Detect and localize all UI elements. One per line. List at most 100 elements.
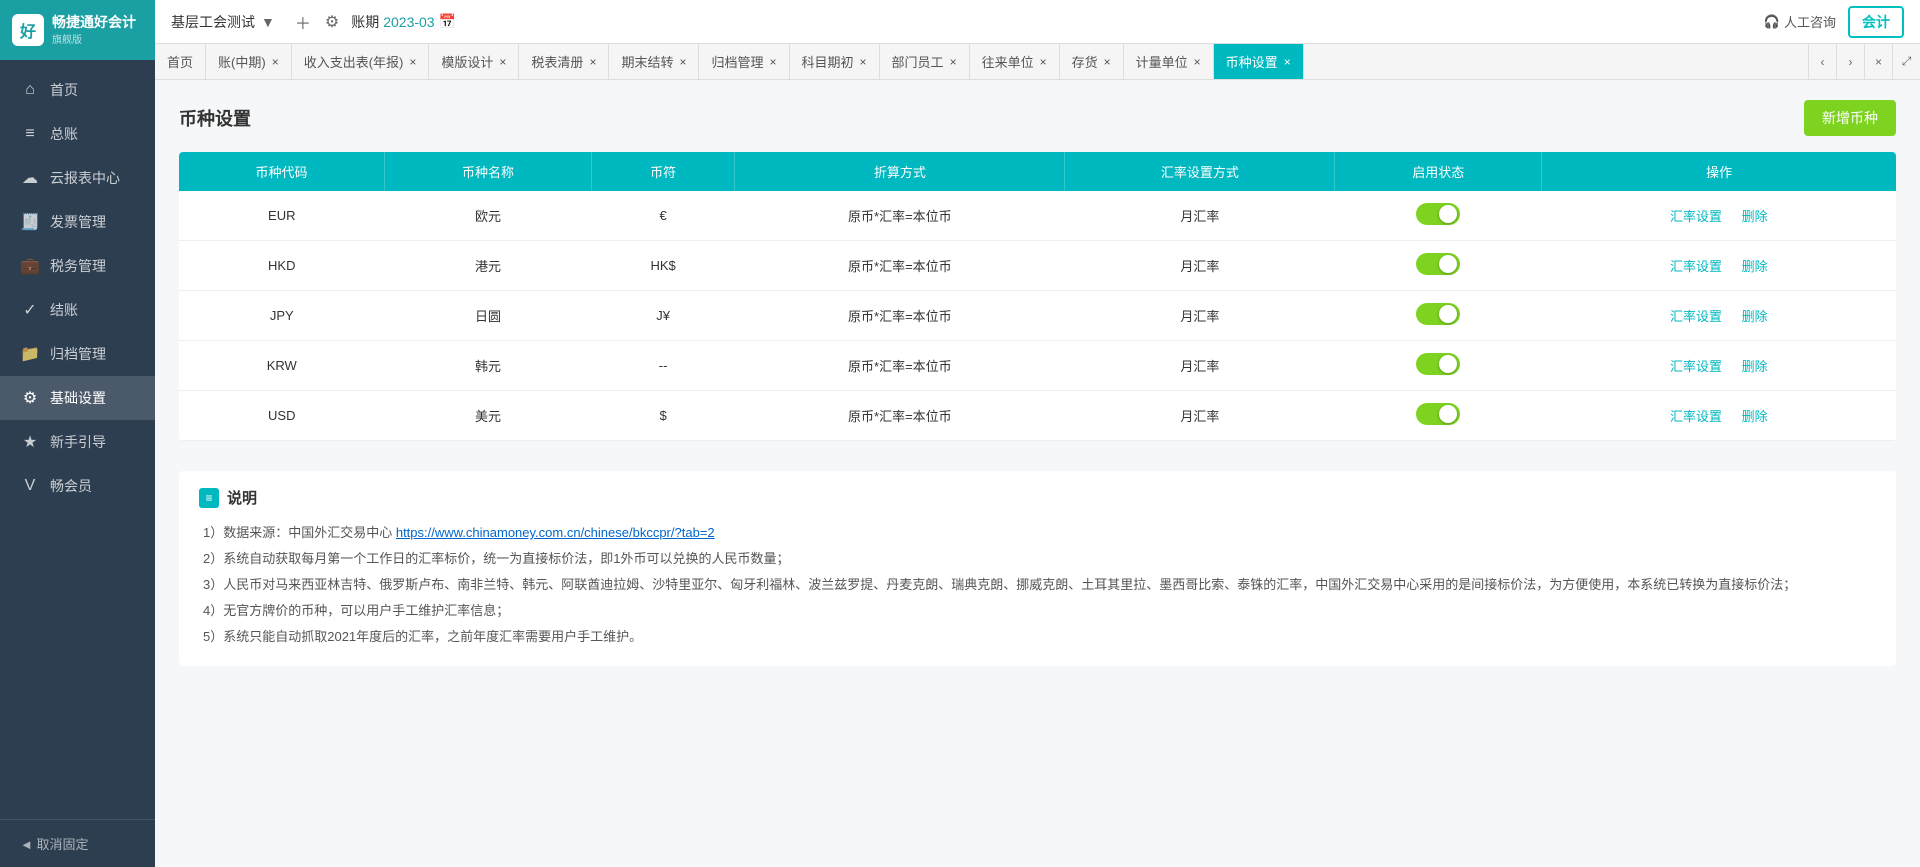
rate-setting-link-3[interactable]: 汇率设置 — [1670, 359, 1722, 374]
tab-taxclear-close[interactable]: × — [589, 55, 596, 69]
tab-currency[interactable]: 币种设置 × — [1214, 44, 1304, 80]
tab-clients-close[interactable]: × — [1040, 55, 1047, 69]
tab-income-close[interactable]: × — [409, 55, 416, 69]
rate-setting-link-2[interactable]: 汇率设置 — [1670, 309, 1722, 324]
tab-dept[interactable]: 部门员工 × — [880, 44, 970, 80]
toggle-0[interactable] — [1416, 203, 1460, 225]
toggle-3[interactable] — [1416, 353, 1460, 375]
rate-setting-link-1[interactable]: 汇率设置 — [1670, 259, 1722, 274]
notes-link[interactable]: https://www.chinamoney.com.cn/chinese/bk… — [396, 525, 715, 540]
sidebar-item-home[interactable]: ⌂ 首页 — [0, 68, 155, 112]
new-currency-button[interactable]: 新增币种 — [1804, 100, 1896, 136]
tab-accounting-close[interactable]: × — [272, 55, 279, 69]
notes-title-label: 说明 — [227, 487, 257, 508]
tab-home-label: 首页 — [167, 52, 193, 71]
calendar-icon[interactable]: 📅 — [439, 13, 456, 30]
delete-link-4[interactable]: 删除 — [1742, 409, 1768, 424]
toggle-4[interactable] — [1416, 403, 1460, 425]
tab-unit-close[interactable]: × — [1194, 55, 1201, 69]
toggle-2[interactable] — [1416, 303, 1460, 325]
add-btn[interactable]: ＋ — [295, 10, 311, 34]
tab-template-close[interactable]: × — [499, 55, 506, 69]
tab-template[interactable]: 模版设计 × — [429, 44, 519, 80]
sidebar-item-archive[interactable]: 📁 归档管理 — [0, 332, 155, 376]
tab-subject-init-close[interactable]: × — [860, 55, 867, 69]
tab-accounting-label: 账(中期) — [218, 52, 266, 71]
rate-setting-link-0[interactable]: 汇率设置 — [1670, 209, 1722, 224]
member-icon: V — [20, 477, 40, 495]
delete-link-0[interactable]: 删除 — [1742, 209, 1768, 224]
td-code-0: EUR — [179, 191, 385, 241]
th-symbol: 币符 — [591, 152, 735, 191]
rate-setting-link-4[interactable]: 汇率设置 — [1670, 409, 1722, 424]
tab-archive-close[interactable]: × — [770, 55, 777, 69]
sidebar-label-settings: 基础设置 — [50, 388, 106, 408]
td-calc-3: 原币*汇率=本位币 — [735, 341, 1065, 391]
page-header: 币种设置 新增币种 — [179, 100, 1896, 136]
tab-inventory-close[interactable]: × — [1104, 55, 1111, 69]
company-name: 基层工会测试 ▼ — [171, 12, 275, 32]
tab-expand-btn[interactable]: ⤢ — [1892, 44, 1920, 80]
td-rate-method-3: 月汇率 — [1065, 341, 1335, 391]
tab-unit[interactable]: 计量单位 × — [1124, 44, 1214, 80]
settings-icon: ⚙ — [20, 388, 40, 408]
tab-next-btn[interactable]: › — [1836, 44, 1864, 80]
header-actions: ＋ ⚙ — [295, 10, 339, 34]
tab-archive[interactable]: 归档管理 × — [699, 44, 789, 80]
notes-title-block: ≡ 说明 — [199, 487, 1876, 508]
consulting-button[interactable]: 🎧 人工咨询 — [1764, 12, 1836, 31]
logo-icon: 好 — [12, 14, 44, 46]
toggle-1[interactable] — [1416, 253, 1460, 275]
table-row: USD 美元 $ 原币*汇率=本位币 月汇率 汇率设置 删除 — [179, 391, 1896, 441]
tab-period-end[interactable]: 期末结转 × — [609, 44, 699, 80]
tab-template-label: 模版设计 — [441, 52, 493, 71]
note-item: 1）数据来源：中国外汇交易中心 https://www.chinamoney.c… — [199, 520, 1876, 546]
tab-accounting[interactable]: 账(中期) × — [206, 44, 292, 80]
note-item: 5）系统只能自动抓取2021年度后的汇率，之前年度汇率需要用户手工维护。 — [199, 624, 1876, 650]
sidebar-item-guide[interactable]: ★ 新手引导 — [0, 420, 155, 464]
notes-list: 1）数据来源：中国外汇交易中心 https://www.chinamoney.c… — [199, 520, 1876, 650]
tab-currency-label: 币种设置 — [1226, 52, 1278, 71]
tab-taxclear[interactable]: 税表清册 × — [519, 44, 609, 80]
sidebar-item-invoice[interactable]: 🧾 发票管理 — [0, 200, 155, 244]
kuaiji-button[interactable]: 会计 — [1848, 6, 1904, 38]
td-name-2: 日圆 — [385, 291, 592, 341]
sidebar-item-ledger[interactable]: ≡ 总账 — [0, 112, 155, 156]
delete-link-1[interactable]: 删除 — [1742, 259, 1768, 274]
notes-icon: ≡ — [199, 488, 219, 508]
sidebar-pin-toggle[interactable]: ◄ 取消固定 — [0, 819, 155, 867]
tab-home[interactable]: 首页 — [155, 44, 206, 80]
td-status-0 — [1335, 191, 1542, 241]
sidebar-item-reports[interactable]: ☁ 云报表中心 — [0, 156, 155, 200]
tab-period-end-close[interactable]: × — [679, 55, 686, 69]
tab-subject-init[interactable]: 科目期初 × — [790, 44, 880, 80]
th-action: 操作 — [1542, 152, 1896, 191]
tab-unit-label: 计量单位 — [1136, 52, 1188, 71]
td-calc-2: 原币*汇率=本位币 — [735, 291, 1065, 341]
logo-text-block: 畅捷通好会计 旗舰版 — [52, 14, 136, 46]
tab-close-all-btn[interactable]: × — [1864, 44, 1892, 80]
sidebar-item-settings[interactable]: ⚙ 基础设置 — [0, 376, 155, 420]
sidebar-item-member[interactable]: V 畅会员 — [0, 464, 155, 508]
company-dropdown-arrow[interactable]: ▼ — [261, 14, 275, 30]
sidebar-item-checkout[interactable]: ✓ 结账 — [0, 288, 155, 332]
settings-gear-btn[interactable]: ⚙ — [325, 12, 339, 32]
notes-section: ≡ 说明 1）数据来源：中国外汇交易中心 https://www.chinamo… — [179, 471, 1896, 666]
td-action-3: 汇率设置 删除 — [1542, 341, 1896, 391]
delete-link-2[interactable]: 删除 — [1742, 309, 1768, 324]
sidebar-label-member: 畅会员 — [50, 476, 92, 496]
sidebar-label-tax: 税务管理 — [50, 256, 106, 276]
sidebar-item-tax[interactable]: 💼 税务管理 — [0, 244, 155, 288]
tab-dept-close[interactable]: × — [950, 55, 957, 69]
tab-clients[interactable]: 往来单位 × — [970, 44, 1060, 80]
td-rate-method-0: 月汇率 — [1065, 191, 1335, 241]
tab-prev-btn[interactable]: ‹ — [1808, 44, 1836, 80]
tab-subject-init-label: 科目期初 — [802, 52, 854, 71]
note-item: 2）系统自动获取每月第一个工作日的汇率标价，统一为直接标价法，即1外币可以兑换的… — [199, 546, 1876, 572]
tab-dept-label: 部门员工 — [892, 52, 944, 71]
tab-income[interactable]: 收入支出表(年报) × — [292, 44, 430, 80]
delete-link-3[interactable]: 删除 — [1742, 359, 1768, 374]
tab-currency-close[interactable]: × — [1284, 55, 1291, 69]
tab-inventory[interactable]: 存货 × — [1060, 44, 1124, 80]
td-name-3: 韩元 — [385, 341, 592, 391]
